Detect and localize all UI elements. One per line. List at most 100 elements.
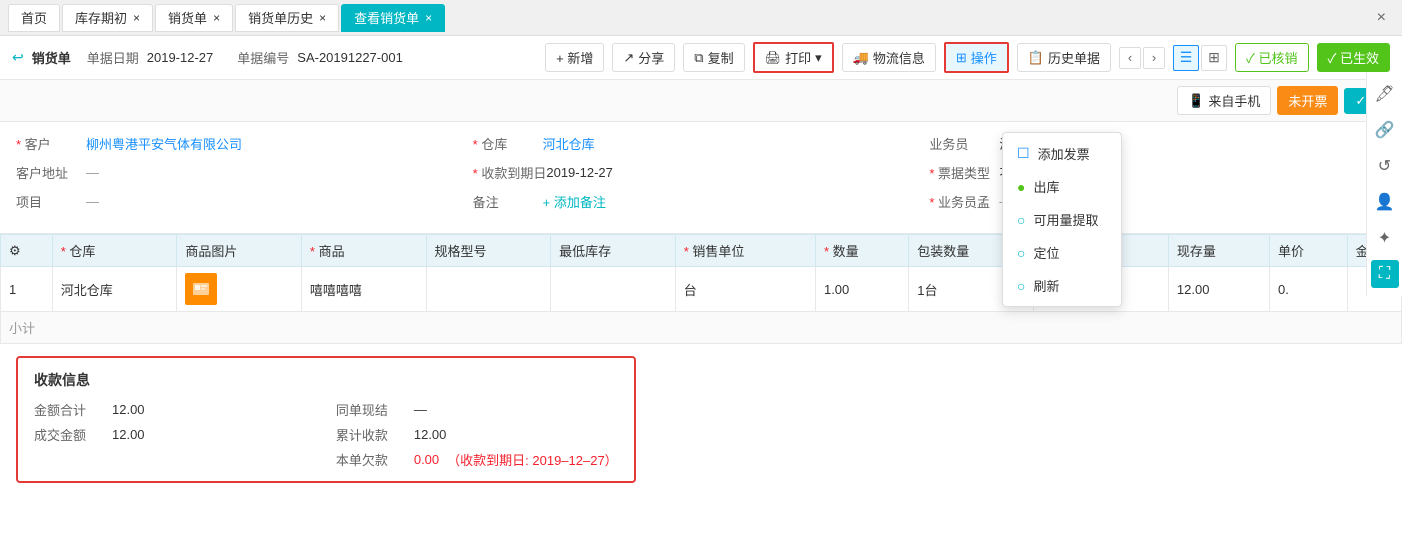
subtotal-row: 小计 — [1, 312, 1402, 344]
panel-star-icon[interactable]: ✦ — [1371, 224, 1399, 252]
next-button[interactable]: › — [1143, 47, 1165, 69]
table-wrapper: ⚙ 仓库 商品图片 商品 规格型号 最低库存 销售单位 数量 包装数量 可用量 … — [0, 234, 1402, 344]
print-dropdown-icon: ▾ — [815, 50, 822, 66]
address-label: 客户地址 — [16, 163, 86, 182]
panel-edit-icon[interactable]: 🖋 — [1371, 80, 1399, 108]
employee-field: 业务员 演示账号 — [929, 134, 1386, 153]
payment-date-field: 收款到期日 2019-12-27 — [473, 163, 930, 182]
same-order-label: 同单现结 — [336, 400, 406, 419]
dropdown-locate[interactable]: ○ 定位 — [1003, 236, 1121, 269]
data-table: ⚙ 仓库 商品图片 商品 规格型号 最低库存 销售单位 数量 包装数量 可用量 … — [0, 234, 1402, 344]
share-icon: ↗ — [623, 50, 634, 66]
dropdown-refresh[interactable]: ○ 刷新 — [1003, 269, 1121, 302]
project-field: 项目 — — [16, 192, 473, 211]
panel-user-icon[interactable]: 👤 — [1371, 188, 1399, 216]
date-label: 单据日期 — [87, 48, 139, 67]
from-phone-button[interactable]: 📱 来自手机 — [1177, 86, 1271, 115]
history-button-label: 历史单据 — [1048, 48, 1100, 67]
payment-section: 收款信息 金额合计 12.00 同单现结 — 成交金额 12.00 累计收款 1… — [16, 356, 636, 483]
employee-label: 业务员 — [929, 134, 999, 153]
print-button-wrapper: 🖨 打印 ▾ — [753, 42, 834, 73]
panel-refresh-icon[interactable]: ↺ — [1371, 152, 1399, 180]
cancelled-button[interactable]: ✓ 已核销 — [1235, 43, 1309, 72]
view-toggle: ☰ ⊞ — [1173, 45, 1227, 71]
tab-sales[interactable]: 销货单 × — [155, 4, 233, 32]
date-value: 2019-12-27 — [147, 50, 214, 65]
available-qty-icon: ○ — [1017, 212, 1025, 228]
effective-label: ✓ 已生效 — [1328, 48, 1380, 67]
confirm-icon: ✓ — [1355, 93, 1366, 109]
payment-date-value: 2019-12-27 — [546, 165, 613, 180]
available-qty-label: 可用量提取 — [1033, 210, 1098, 229]
logistics-button[interactable]: 🚚 物流信息 — [842, 43, 936, 72]
arrears-note: （收款到期日: 2019–12–27） — [447, 450, 618, 469]
row-price: 0. — [1270, 267, 1348, 312]
row-warehouse: 河北仓库 — [52, 267, 177, 312]
form-row-3: 项目 — 备注 + 添加备注 业务员孟 — — [16, 192, 1386, 211]
outbound-icon: ● — [1017, 179, 1025, 195]
new-button-label: + 新增 — [556, 48, 593, 67]
tab-home-label: 首页 — [21, 8, 47, 27]
dropdown-available-qty[interactable]: ○ 可用量提取 — [1003, 203, 1121, 236]
address-field: 客户地址 — — [16, 163, 473, 182]
ticket-type-label: 票据类型 — [929, 163, 999, 182]
tab-sales-history-label: 销货单历史 — [248, 8, 313, 27]
operation-dropdown: ☐ 添加发票 ● 出库 ○ 可用量提取 ○ 定位 ○ 刷新 — [1002, 132, 1122, 307]
th-image: 商品图片 — [177, 235, 302, 267]
tab-view-sales-close[interactable]: × — [425, 11, 432, 25]
row-current: 12.00 — [1168, 267, 1269, 312]
tab-view-sales[interactable]: 查看销货单 × — [341, 4, 445, 32]
th-unit: 销售单位 — [675, 235, 815, 267]
dropdown-add-invoice[interactable]: ☐ 添加发票 — [1003, 137, 1121, 170]
window-close-button[interactable]: × — [1369, 9, 1394, 27]
copy-button[interactable]: ⧉ 复制 — [683, 43, 744, 72]
grid-view-button[interactable]: ⊞ — [1201, 45, 1227, 71]
amount-value: 12.00 — [112, 402, 145, 417]
dropdown-outbound[interactable]: ● 出库 — [1003, 170, 1121, 203]
th-product: 商品 — [301, 235, 426, 267]
warehouse-field: 仓库 河北仓库 — [473, 134, 930, 153]
th-price: 单价 — [1270, 235, 1348, 267]
th-qty: 数量 — [815, 235, 908, 267]
note-add-button[interactable]: + 添加备注 — [543, 192, 606, 211]
sales-person-label: 业务员孟 — [929, 192, 999, 211]
not-open-button[interactable]: 未开票 — [1277, 86, 1338, 115]
number-label: 单据编号 — [237, 48, 289, 67]
settings-icon: ⚙ — [9, 243, 21, 258]
copy-icon: ⧉ — [694, 50, 703, 66]
table-row: 1 河北仓库 嘻嘻嘻嘻 — [1, 267, 1402, 312]
cancelled-label: ✓ 已核销 — [1246, 48, 1298, 67]
th-min-stock: 最低库存 — [551, 235, 676, 267]
tab-inventory[interactable]: 库存期初 × — [62, 4, 153, 32]
customer-value[interactable]: 柳州粤港平安气体有限公司 — [86, 134, 242, 153]
new-button[interactable]: + 新增 — [545, 43, 604, 72]
operation-button-wrapper: ⊞ 操作 — [944, 42, 1009, 73]
tab-sales-history[interactable]: 销货单历史 × — [235, 4, 339, 32]
panel-link-icon[interactable]: 🔗 — [1371, 116, 1399, 144]
operation-button[interactable]: ⊞ 操作 — [946, 44, 1007, 71]
row-unit: 台 — [675, 267, 815, 312]
operation-button-label: 操作 — [971, 48, 997, 67]
tab-home[interactable]: 首页 — [8, 4, 60, 32]
prev-button[interactable]: ‹ — [1119, 47, 1141, 69]
history-button[interactable]: 📋 历史单据 — [1017, 43, 1111, 72]
share-button[interactable]: ↗ 分享 — [612, 43, 675, 72]
tab-sales-history-close[interactable]: × — [319, 11, 326, 25]
same-order-row: 同单现结 — — [336, 400, 618, 419]
th-settings[interactable]: ⚙ — [1, 235, 53, 267]
operation-icon: ⊞ — [956, 50, 967, 66]
list-view-button[interactable]: ☰ — [1173, 45, 1199, 71]
warehouse-value[interactable]: 河北仓库 — [543, 134, 595, 153]
action-bar: 📱 来自手机 未开票 ✓ E — [0, 80, 1402, 122]
tab-inventory-close[interactable]: × — [133, 11, 140, 25]
add-invoice-label: 添加发票 — [1038, 144, 1090, 163]
effective-button[interactable]: ✓ 已生效 — [1317, 43, 1391, 72]
panel-expand-icon[interactable]: ⛶ — [1371, 260, 1399, 288]
amount-row: 金额合计 12.00 — [34, 400, 316, 419]
tab-sales-close[interactable]: × — [213, 11, 220, 25]
add-invoice-icon: ☐ — [1017, 145, 1030, 162]
customer-field: 客户 柳州粤港平安气体有限公司 — [16, 134, 473, 153]
payment-grid: 金额合计 12.00 同单现结 — 成交金额 12.00 累计收款 12.00 — [34, 400, 618, 469]
bottom-section: 收款信息 金额合计 12.00 同单现结 — 成交金额 12.00 累计收款 1… — [0, 344, 1402, 495]
print-button[interactable]: 🖨 打印 ▾ — [755, 44, 832, 71]
